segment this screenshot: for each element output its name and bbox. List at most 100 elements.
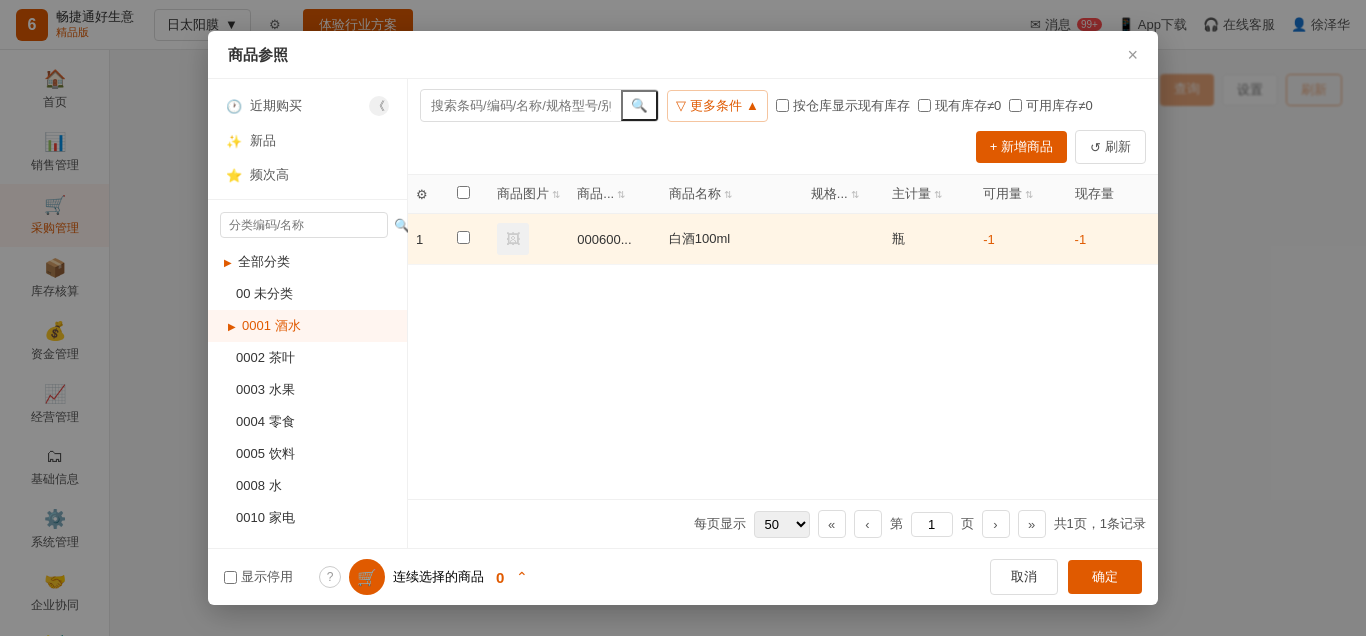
checkbox-available-stock[interactable]: 现有库存≠0 — [918, 97, 1001, 115]
checkbox-warehouse-input[interactable] — [776, 99, 789, 112]
tab-new-label: 新品 — [250, 132, 276, 150]
product-search-button[interactable]: 🔍 — [621, 90, 658, 121]
cat-item-0008[interactable]: 0008 水 — [208, 470, 407, 502]
more-filter-button[interactable]: ▽ 更多条件 ▲ — [667, 90, 768, 122]
cell-seq: 1 — [408, 214, 449, 265]
total-info: 共1页，1条记录 — [1054, 515, 1146, 533]
cart-button[interactable]: 🛒 — [349, 559, 385, 595]
th-available: 可用量 ⇅ — [975, 175, 1066, 214]
product-table: ⚙ 商品图片 ⇅ — [408, 175, 1158, 265]
th-spec-sort[interactable]: 规格... ⇅ — [811, 185, 876, 203]
cat-label-0010: 0010 家电 — [236, 509, 295, 527]
cat-label-0004: 0004 零食 — [236, 413, 295, 431]
th-settings: ⚙ — [408, 175, 449, 214]
sort-unit-icon: ⇅ — [934, 189, 942, 200]
cell-available: -1 — [975, 214, 1066, 265]
table-body: 1 🖼 000600... 白酒100ml 瓶 — [408, 214, 1158, 265]
modal-footer: 显示停用 ? 🛒 连续选择的商品 0 ⌃ 取消 确定 — [208, 548, 1158, 605]
modal-overlay: 商品参照 × 🕐 近期购买 《 ✨ 新品 ⭐ — [0, 0, 1366, 636]
cat-item-0005[interactable]: 0005 饮料 — [208, 438, 407, 470]
checkbox-usable-input[interactable] — [1009, 99, 1022, 112]
table-row[interactable]: 1 🖼 000600... 白酒100ml 瓶 — [408, 214, 1158, 265]
cell-checkbox — [449, 214, 490, 265]
product-search-input[interactable] — [421, 92, 621, 119]
th-stock: 现存量 — [1067, 175, 1158, 214]
cart-collapse-icon[interactable]: ⌃ — [516, 569, 528, 585]
tab-recent-purchase[interactable]: 🕐 近期购买 《 — [216, 89, 399, 123]
per-page-label: 每页显示 — [694, 515, 746, 533]
sort-name-icon: ⇅ — [724, 189, 732, 200]
cat-item-0003[interactable]: 0003 水果 — [208, 374, 407, 406]
right-panel: 🔍 ▽ 更多条件 ▲ 按仓库显示现有库存 现有库存≠0 — [408, 79, 1158, 548]
checkbox-by-warehouse[interactable]: 按仓库显示现有库存 — [776, 97, 910, 115]
collapse-button[interactable]: 《 — [369, 96, 389, 116]
checkbox-warehouse-label: 按仓库显示现有库存 — [793, 97, 910, 115]
first-page-button[interactable]: « — [818, 510, 846, 538]
settings-icon[interactable]: ⚙ — [416, 187, 428, 202]
new-icon: ✨ — [226, 134, 242, 149]
cat-item-00[interactable]: 00 未分类 — [208, 278, 407, 310]
th-code-sort[interactable]: 商品... ⇅ — [577, 185, 652, 203]
refresh-button[interactable]: ↺ 刷新 — [1075, 130, 1146, 164]
confirm-button[interactable]: 确定 — [1068, 560, 1142, 594]
pagination: 每页显示 50 100 200 « ‹ 第 页 › » 共1页，1条记录 — [408, 499, 1158, 548]
tab-frequent[interactable]: ⭐ 频次高 — [216, 159, 399, 191]
add-product-button[interactable]: + 新增商品 — [976, 131, 1067, 163]
tab-new-products[interactable]: ✨ 新品 — [216, 125, 399, 157]
cart-area: ? 🛒 连续选择的商品 0 ⌃ — [319, 559, 528, 595]
product-image: 🖼 — [497, 223, 529, 255]
sort-available-icon: ⇅ — [1025, 189, 1033, 200]
last-page-button[interactable]: » — [1018, 510, 1046, 538]
help-icon[interactable]: ? — [319, 566, 341, 588]
cat-item-0004[interactable]: 0004 零食 — [208, 406, 407, 438]
checkbox-available-input[interactable] — [918, 99, 931, 112]
cart-label: 连续选择的商品 — [393, 568, 484, 586]
next-page-button[interactable]: › — [982, 510, 1010, 538]
cat-label-0008: 0008 水 — [236, 477, 282, 495]
cancel-button[interactable]: 取消 — [990, 559, 1058, 595]
th-unit-sort[interactable]: 主计量 ⇅ — [892, 185, 967, 203]
modal-close-button[interactable]: × — [1127, 45, 1138, 66]
select-all-checkbox[interactable] — [457, 186, 470, 199]
th-name: 商品名称 ⇅ — [661, 175, 803, 214]
cat-label-0003: 0003 水果 — [236, 381, 295, 399]
show-disabled-label: 显示停用 — [241, 568, 293, 586]
th-available-sort[interactable]: 可用量 ⇅ — [983, 185, 1058, 203]
th-unit: 主计量 ⇅ — [884, 175, 975, 214]
cell-image: 🖼 — [489, 214, 569, 265]
cat-label-00: 00 未分类 — [236, 285, 293, 303]
cat-item-0002[interactable]: 0002 茶叶 — [208, 342, 407, 374]
category-search-input[interactable] — [220, 212, 388, 238]
row-checkbox[interactable] — [457, 231, 470, 244]
modal-header: 商品参照 × — [208, 31, 1158, 79]
cat-item-0001[interactable]: ▶ 0001 酒水 — [208, 310, 407, 342]
th-name-sort[interactable]: 商品名称 ⇅ — [669, 185, 795, 203]
per-page-select[interactable]: 50 100 200 — [754, 511, 810, 538]
th-image-sort[interactable]: 商品图片 ⇅ — [497, 185, 561, 203]
th-spec: 规格... ⇅ — [803, 175, 884, 214]
cat-0001-arrow-icon: ▶ — [228, 321, 236, 332]
frequent-icon: ⭐ — [226, 168, 242, 183]
page-label: 第 — [890, 515, 903, 533]
sort-spec-icon: ⇅ — [851, 189, 859, 200]
modal-body: 🕐 近期购买 《 ✨ 新品 ⭐ 频次高 🔍 — [208, 79, 1158, 548]
show-disabled-checkbox[interactable]: 显示停用 — [224, 568, 293, 586]
cat-arrow-icon: ▶ — [224, 257, 232, 268]
cat-item-0010[interactable]: 0010 家电 — [208, 502, 407, 534]
sort-image-icon: ⇅ — [552, 189, 560, 200]
th-code: 商品... ⇅ — [569, 175, 660, 214]
cell-unit: 瓶 — [884, 214, 975, 265]
show-disabled-input[interactable] — [224, 571, 237, 584]
prev-page-button[interactable]: ‹ — [854, 510, 882, 538]
product-table-wrap: ⚙ 商品图片 ⇅ — [408, 175, 1158, 499]
refresh-icon: ↺ — [1090, 140, 1101, 155]
filter-icon: ▽ — [676, 98, 686, 113]
cell-spec — [803, 214, 884, 265]
checkbox-usable-stock[interactable]: 可用库存≠0 — [1009, 97, 1092, 115]
checkbox-available-label: 现有库存≠0 — [935, 97, 1001, 115]
cat-item-all[interactable]: ▶ 全部分类 — [208, 246, 407, 278]
tab-frequent-label: 频次高 — [250, 166, 289, 184]
toolbar: 🔍 ▽ 更多条件 ▲ 按仓库显示现有库存 现有库存≠0 — [408, 79, 1158, 175]
page-number-input[interactable] — [911, 512, 953, 537]
category-search-row: 🔍 — [208, 208, 407, 242]
